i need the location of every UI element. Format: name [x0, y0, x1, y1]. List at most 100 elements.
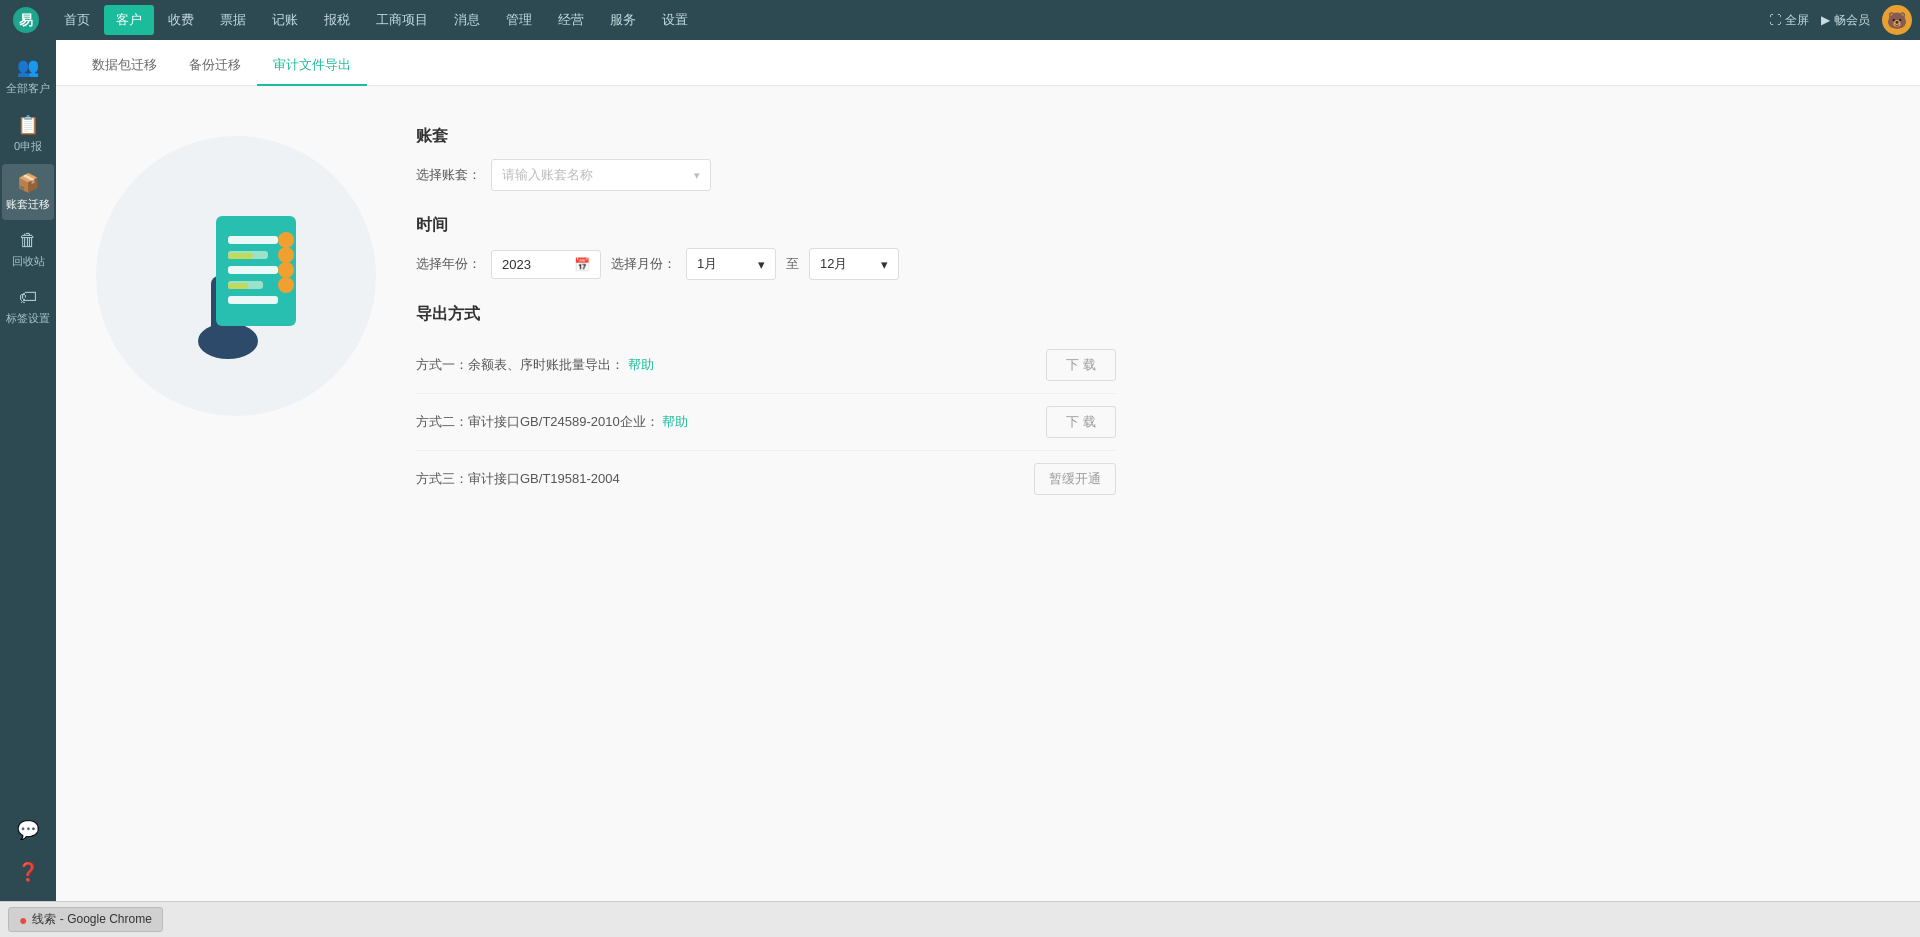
- svg-rect-7: [228, 266, 278, 274]
- sidebar-label-tag-settings: 标签设置: [6, 311, 50, 326]
- fullscreen-label: 全屏: [1785, 12, 1809, 29]
- tab-backup-migration[interactable]: 备份迁移: [173, 46, 257, 86]
- year-input[interactable]: 2023 📅: [491, 250, 601, 279]
- account-placeholder: 请输入账套名称: [502, 166, 593, 184]
- recycle-icon: 🗑: [19, 230, 37, 251]
- account-select-arrow-icon: ▾: [694, 169, 700, 182]
- account-label: 选择账套：: [416, 166, 481, 184]
- export-method-1-download-btn[interactable]: 下 载: [1046, 349, 1116, 381]
- export-row-2: 方式二：审计接口GB/T24589-2010企业： 帮助 下 载: [416, 394, 1116, 451]
- taskbar: ● 线索 - Google Chrome: [0, 901, 1920, 937]
- account-section: 账套 选择账套： 请输入账套名称 ▾: [416, 126, 1116, 191]
- sidebar-item-tag-settings[interactable]: 🏷 标签设置: [2, 279, 54, 334]
- nav-settings[interactable]: 设置: [650, 5, 700, 35]
- export-row-1: 方式一：余额表、序时账批量导出： 帮助 下 载: [416, 337, 1116, 394]
- nav-invoice[interactable]: 票据: [208, 5, 258, 35]
- month-end-arrow-icon: ▾: [881, 257, 888, 272]
- sidebar-label-recycle: 回收站: [12, 254, 45, 269]
- export-method-1-help[interactable]: 帮助: [628, 357, 654, 372]
- taskbar-chrome-item[interactable]: ● 线索 - Google Chrome: [8, 907, 163, 932]
- export-section-title: 导出方式: [416, 304, 1116, 325]
- sidebar: 👥 全部客户 📋 0申报 📦 账套迁移 🗑 回收站 🏷 标签设置 💬 ❓: [0, 40, 56, 901]
- tabs-bar: 数据包迁移 备份迁移 审计文件导出: [56, 40, 1920, 86]
- month-end-value: 12月: [820, 255, 847, 273]
- export-method-1-text: 方式一：余额表、序时账批量导出：: [416, 357, 624, 372]
- taskbar-item-label: 线索 - Google Chrome: [32, 911, 151, 928]
- export-method-2-text: 方式二：审计接口GB/T24589-2010企业：: [416, 414, 659, 429]
- export-row-3-label: 方式三：审计接口GB/T19581-2004: [416, 470, 1034, 488]
- zero-report-icon: 📋: [17, 114, 39, 136]
- sidebar-item-account-migration[interactable]: 📦 账套迁移: [2, 164, 54, 220]
- all-clients-icon: 👥: [17, 56, 39, 78]
- svg-point-13: [278, 277, 294, 293]
- export-method-2-download-btn[interactable]: 下 载: [1046, 406, 1116, 438]
- export-row-2-label: 方式二：审计接口GB/T24589-2010企业： 帮助: [416, 413, 1046, 431]
- nav-fee[interactable]: 收费: [156, 5, 206, 35]
- svg-rect-9: [228, 296, 278, 304]
- account-section-title: 账套: [416, 126, 1116, 147]
- sidebar-item-recycle[interactable]: 🗑 回收站: [2, 222, 54, 277]
- time-row: 选择年份： 2023 📅 选择月份： 1月 ▾ 至 12月: [416, 248, 1116, 280]
- nav-operation[interactable]: 经营: [546, 5, 596, 35]
- nav-client[interactable]: 客户: [104, 5, 154, 35]
- logo: 易: [8, 2, 44, 38]
- svg-point-11: [278, 247, 294, 263]
- time-section: 时间 选择年份： 2023 📅 选择月份： 1月 ▾ 至: [416, 215, 1116, 280]
- sidebar-item-zero-report[interactable]: 📋 0申报: [2, 106, 54, 162]
- month-label: 选择月份：: [611, 255, 676, 273]
- svg-text:易: 易: [19, 12, 33, 28]
- sidebar-label-account-migration: 账套迁移: [6, 197, 50, 212]
- svg-point-12: [278, 262, 294, 278]
- time-separator: 至: [786, 255, 799, 273]
- nav-tax[interactable]: 报税: [312, 5, 362, 35]
- svg-point-10: [278, 232, 294, 248]
- sidebar-item-all-clients[interactable]: 👥 全部客户: [2, 48, 54, 104]
- tab-audit-export[interactable]: 审计文件导出: [257, 46, 367, 86]
- member-btn[interactable]: ▶ 畅会员: [1821, 12, 1870, 29]
- nav-right: ⛶ 全屏 ▶ 畅会员 🐻: [1769, 5, 1912, 35]
- month-start-value: 1月: [697, 255, 717, 273]
- content-area: 数据包迁移 备份迁移 审计文件导出: [56, 40, 1920, 901]
- form-area: 账套 选择账套： 请输入账套名称 ▾ 时间 选择年份：: [416, 116, 1116, 871]
- sidebar-label-all-clients: 全部客户: [6, 81, 50, 96]
- export-method-3-coming-soon-btn[interactable]: 暂缓开通: [1034, 463, 1116, 495]
- fullscreen-btn[interactable]: ⛶ 全屏: [1769, 12, 1809, 29]
- sidebar-message-icon[interactable]: 💬: [11, 813, 45, 847]
- year-label: 选择年份：: [416, 255, 481, 273]
- account-migration-icon: 📦: [17, 172, 39, 194]
- svg-rect-5: [228, 236, 278, 244]
- export-section: 导出方式 方式一：余额表、序时账批量导出： 帮助 下 载 方式二：审计接口GB/…: [416, 304, 1116, 507]
- account-select[interactable]: 请输入账套名称 ▾: [491, 159, 711, 191]
- nav-accounting[interactable]: 记账: [260, 5, 310, 35]
- svg-rect-15: [228, 283, 248, 289]
- page-content: 账套 选择账套： 请输入账套名称 ▾ 时间 选择年份：: [56, 86, 1920, 901]
- nav-items: 首页 客户 收费 票据 记账 报税 工商项目 消息 管理 经营 服务 设置: [52, 5, 1769, 35]
- month-end-select[interactable]: 12月 ▾: [809, 248, 899, 280]
- member-label: 畅会员: [1834, 12, 1870, 29]
- tag-settings-icon: 🏷: [19, 287, 37, 308]
- nav-message[interactable]: 消息: [442, 5, 492, 35]
- export-row-3: 方式三：审计接口GB/T19581-2004 暂缓开通: [416, 451, 1116, 507]
- sidebar-label-zero-report: 0申报: [14, 139, 42, 154]
- export-method-2-help[interactable]: 帮助: [662, 414, 688, 429]
- nav-business[interactable]: 工商项目: [364, 5, 440, 35]
- main-layout: 👥 全部客户 📋 0申报 📦 账套迁移 🗑 回收站 🏷 标签设置 💬 ❓ 数据包…: [0, 40, 1920, 901]
- nav-home[interactable]: 首页: [52, 5, 102, 35]
- nav-manage[interactable]: 管理: [494, 5, 544, 35]
- top-nav: 易 首页 客户 收费 票据 记账 报税 工商项目 消息 管理 经营 服务 设置 …: [0, 0, 1920, 40]
- month-start-arrow-icon: ▾: [758, 257, 765, 272]
- sidebar-help-icon[interactable]: ❓: [11, 855, 45, 889]
- member-icon: ▶: [1821, 13, 1830, 27]
- illustration: [96, 136, 376, 416]
- tab-data-migration[interactable]: 数据包迁移: [76, 46, 173, 86]
- export-method-3-text: 方式三：审计接口GB/T19581-2004: [416, 471, 620, 486]
- svg-rect-14: [228, 253, 253, 259]
- month-start-select[interactable]: 1月 ▾: [686, 248, 776, 280]
- calendar-icon: 📅: [574, 257, 590, 272]
- export-row-1-label: 方式一：余额表、序时账批量导出： 帮助: [416, 356, 1046, 374]
- avatar[interactable]: 🐻: [1882, 5, 1912, 35]
- time-section-title: 时间: [416, 215, 1116, 236]
- nav-service[interactable]: 服务: [598, 5, 648, 35]
- chrome-icon: ●: [19, 912, 27, 928]
- year-value: 2023: [502, 257, 531, 272]
